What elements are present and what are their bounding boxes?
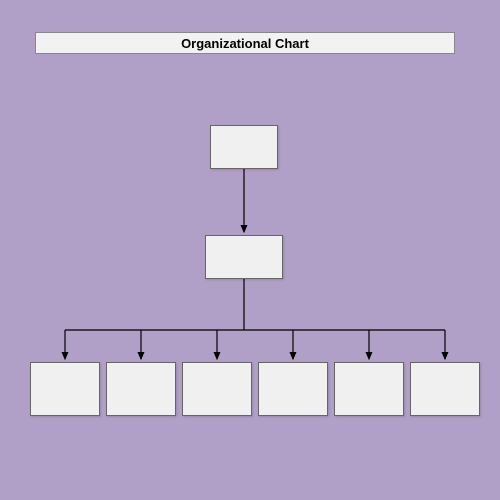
- org-node-bottom-3: [182, 362, 252, 416]
- org-node-bottom-5: [334, 362, 404, 416]
- org-node-top: [210, 125, 278, 169]
- org-node-bottom-1: [30, 362, 100, 416]
- org-node-middle: [205, 235, 283, 279]
- org-node-bottom-4: [258, 362, 328, 416]
- org-node-bottom-6: [410, 362, 480, 416]
- chart-title: Organizational Chart: [35, 32, 455, 54]
- org-node-bottom-2: [106, 362, 176, 416]
